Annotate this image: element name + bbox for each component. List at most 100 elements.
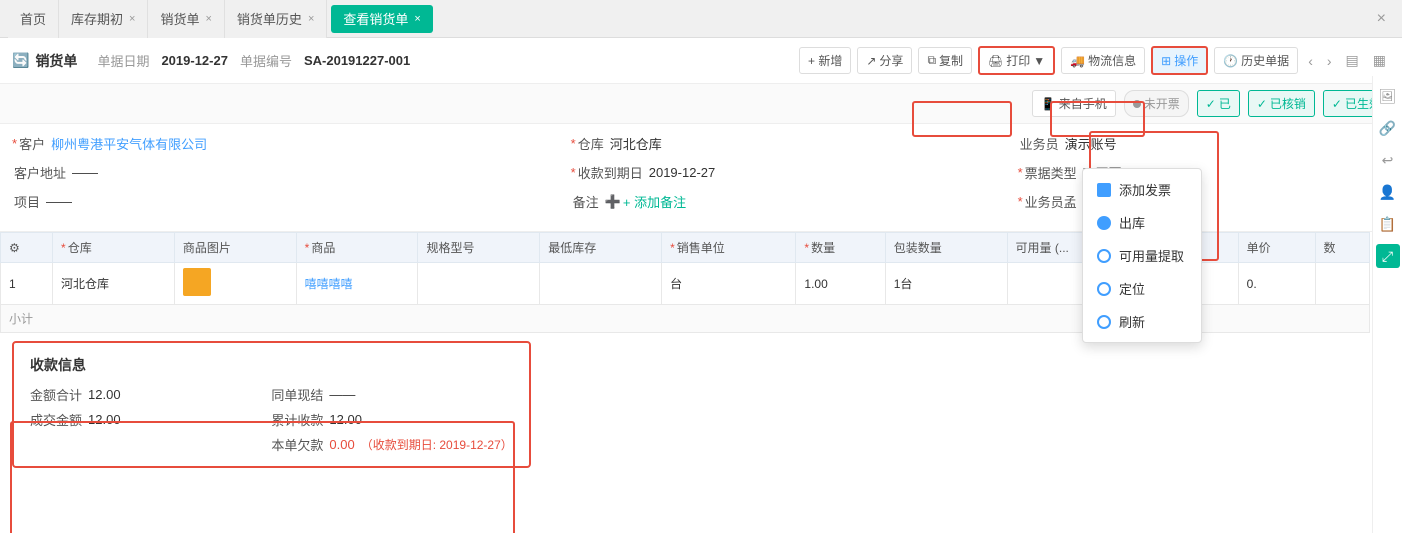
history-label: 历史单据 <box>1241 52 1289 69</box>
row-no: 1 <box>1 263 53 305</box>
dropdown-menu: 添加发票 出库 可用量提取 定位 刷新 <box>1082 168 1202 343</box>
col-spec: 规格型号 <box>418 233 540 263</box>
print-button[interactable]: 🖨 打印 ▼ <box>978 46 1055 75</box>
doc-meta: 单据日期 2019-12-27 单据编号 SA-20191227-001 <box>97 51 799 70</box>
tab-close-inventory[interactable]: × <box>129 13 135 25</box>
operation-label: 操作 <box>1174 52 1198 69</box>
share-button[interactable]: ↗ 分享 <box>857 47 912 74</box>
tab-close-sales-history[interactable]: × <box>308 13 314 25</box>
menu-refresh[interactable]: 刷新 <box>1083 305 1201 338</box>
total-label: 金额合计 <box>30 385 82 404</box>
operation-button[interactable]: ⊞ 操作 <box>1151 46 1208 75</box>
side-image-btn[interactable]: 🖼 <box>1376 84 1400 108</box>
second-toolbar: 📱 来自手机 未开票 ✓ 已 ✓ 已核销 ✓ 已生效 <box>0 84 1402 124</box>
outbound-label: 出库 <box>1119 213 1145 232</box>
cumulative-value: 12.00 <box>329 412 362 427</box>
project-label: 项目 <box>14 192 40 211</box>
col-qty: *数量 <box>796 233 885 263</box>
ticket-field: * 票据类型 不开票 <box>1018 163 1390 182</box>
tab-close-view-sales[interactable]: × <box>414 13 420 25</box>
view2-button[interactable]: ▦ <box>1369 50 1390 71</box>
warehouse-value[interactable]: 河北仓库 <box>610 134 662 153</box>
plus-icon: ➕ <box>605 194 621 210</box>
document-header: 🔄 销货单 单据日期 2019-12-27 单据编号 SA-20191227-0… <box>0 38 1402 84</box>
next-button[interactable]: › <box>1323 51 1336 71</box>
col-settings[interactable]: ⚙ <box>1 233 53 263</box>
status-ticket-button[interactable]: 未开票 <box>1124 90 1189 117</box>
customer-label: 客户 <box>19 134 45 153</box>
col-pkg: 包装数量 <box>885 233 1007 263</box>
refresh-label: 刷新 <box>1119 312 1145 331</box>
effect-icon: ✓ <box>1332 97 1342 111</box>
logistics-label: 物流信息 <box>1088 52 1136 69</box>
payment-title: 收款信息 <box>30 355 513 375</box>
row-warehouse[interactable]: 河北仓库 <box>53 263 175 305</box>
owe-value: 0.00 <box>329 437 354 452</box>
phone-button[interactable]: 📱 来自手机 <box>1032 90 1116 117</box>
deal-label: 成交金额 <box>30 410 82 429</box>
side-doc-btn[interactable]: 📋 <box>1376 212 1400 236</box>
confirm-btn[interactable]: ✓ 已 <box>1197 90 1240 117</box>
cancel-btn[interactable]: ✓ 已核销 <box>1248 90 1315 117</box>
payment-total: 金额合计 12.00 <box>30 385 271 404</box>
print-arrow: ▼ <box>1033 54 1045 68</box>
print-icon: 🖨 <box>988 54 1003 68</box>
history-button[interactable]: 🕐 历史单据 <box>1214 47 1298 74</box>
tab-inventory[interactable]: 库存期初 × <box>59 0 148 38</box>
main-content: 🔄 销货单 单据日期 2019-12-27 单据编号 SA-20191227-0… <box>0 38 1402 533</box>
menu-avail-extract[interactable]: 可用量提取 <box>1083 239 1201 272</box>
payment-grid: 金额合计 12.00 同单现结 —— 成交金额 12.00 累计收款 12.00… <box>30 385 513 454</box>
side-user-btn[interactable]: 👤 <box>1376 180 1400 204</box>
no-value: SA-20191227-001 <box>304 53 410 68</box>
row-product[interactable]: 嘻嘻嘻嘻 <box>296 263 418 305</box>
remark-add-button[interactable]: ➕ + 添加备注 <box>605 192 686 211</box>
due-field: * 收款到期日 2019-12-27 <box>571 163 1018 182</box>
side-link-btn[interactable]: 🔗 <box>1376 116 1400 140</box>
tab-home[interactable]: 首页 <box>8 0 59 38</box>
staff-label: 业务员 <box>1020 134 1059 153</box>
new-button[interactable]: + 新增 <box>799 47 851 74</box>
row-pkg[interactable]: 1台 <box>885 263 1007 305</box>
menu-outbound[interactable]: 出库 <box>1083 206 1201 239</box>
logistics-button[interactable]: 🚚 物流信息 <box>1061 47 1145 74</box>
confirm-label: 已 <box>1219 95 1231 112</box>
owe-note: （收款到期日: 2019-12-27） <box>361 436 513 453</box>
warehouse-req: * <box>571 136 576 151</box>
cumulative-label: 累计收款 <box>271 410 323 429</box>
row-price[interactable]: 0. <box>1238 263 1315 305</box>
payment-same-settle: 同单现结 —— <box>271 385 512 404</box>
side-expand-btn[interactable]: ⤢ <box>1376 244 1400 268</box>
row-unit[interactable]: 台 <box>662 263 796 305</box>
window-close-button[interactable]: × <box>1369 6 1394 32</box>
side-return-btn[interactable]: ↩ <box>1376 148 1400 172</box>
tab-close-sales[interactable]: × <box>205 13 211 25</box>
due-value[interactable]: 2019-12-27 <box>649 165 716 180</box>
tab-sales[interactable]: 销货单 × <box>148 0 224 38</box>
address-value: —— <box>72 165 98 180</box>
prev-button[interactable]: ‹ <box>1304 51 1317 71</box>
print-label: 打印 <box>1006 52 1030 69</box>
row-spec[interactable] <box>418 263 540 305</box>
col-product: *商品 <box>296 233 418 263</box>
warehouse-label: 仓库 <box>578 134 604 153</box>
share-label: 分享 <box>879 52 903 69</box>
view1-button[interactable]: ▤ <box>1342 50 1363 71</box>
row-qty[interactable]: 1.00 <box>796 263 885 305</box>
tab-view-sales[interactable]: 查看销货单 × <box>331 5 432 33</box>
customer-value[interactable]: 柳州粤港平安气体有限公司 <box>51 134 207 153</box>
tab-sales-history[interactable]: 销货单历史 × <box>225 0 327 38</box>
dot-icon <box>1133 100 1141 108</box>
copy-button[interactable]: ⧉ 复制 <box>918 47 972 74</box>
cancel-icon: ✓ <box>1257 97 1267 111</box>
remark-label: 备注 <box>573 192 599 211</box>
row-num <box>1315 263 1369 305</box>
menu-add-invoice[interactable]: 添加发票 <box>1083 173 1201 206</box>
project-field: 项目 —— <box>12 192 571 211</box>
same-settle-label: 同单现结 <box>271 385 323 404</box>
menu-locate[interactable]: 定位 <box>1083 272 1201 305</box>
avail-extract-icon <box>1097 249 1111 263</box>
payment-deal: 成交金额 12.00 <box>30 410 271 429</box>
form-row-1: * 客户 柳州粤港平安气体有限公司 * 仓库 河北仓库 业务员 演示账号 <box>12 134 1390 153</box>
staff-field: 业务员 演示账号 <box>1018 134 1390 153</box>
sales-label: 业务员孟 <box>1025 192 1077 211</box>
